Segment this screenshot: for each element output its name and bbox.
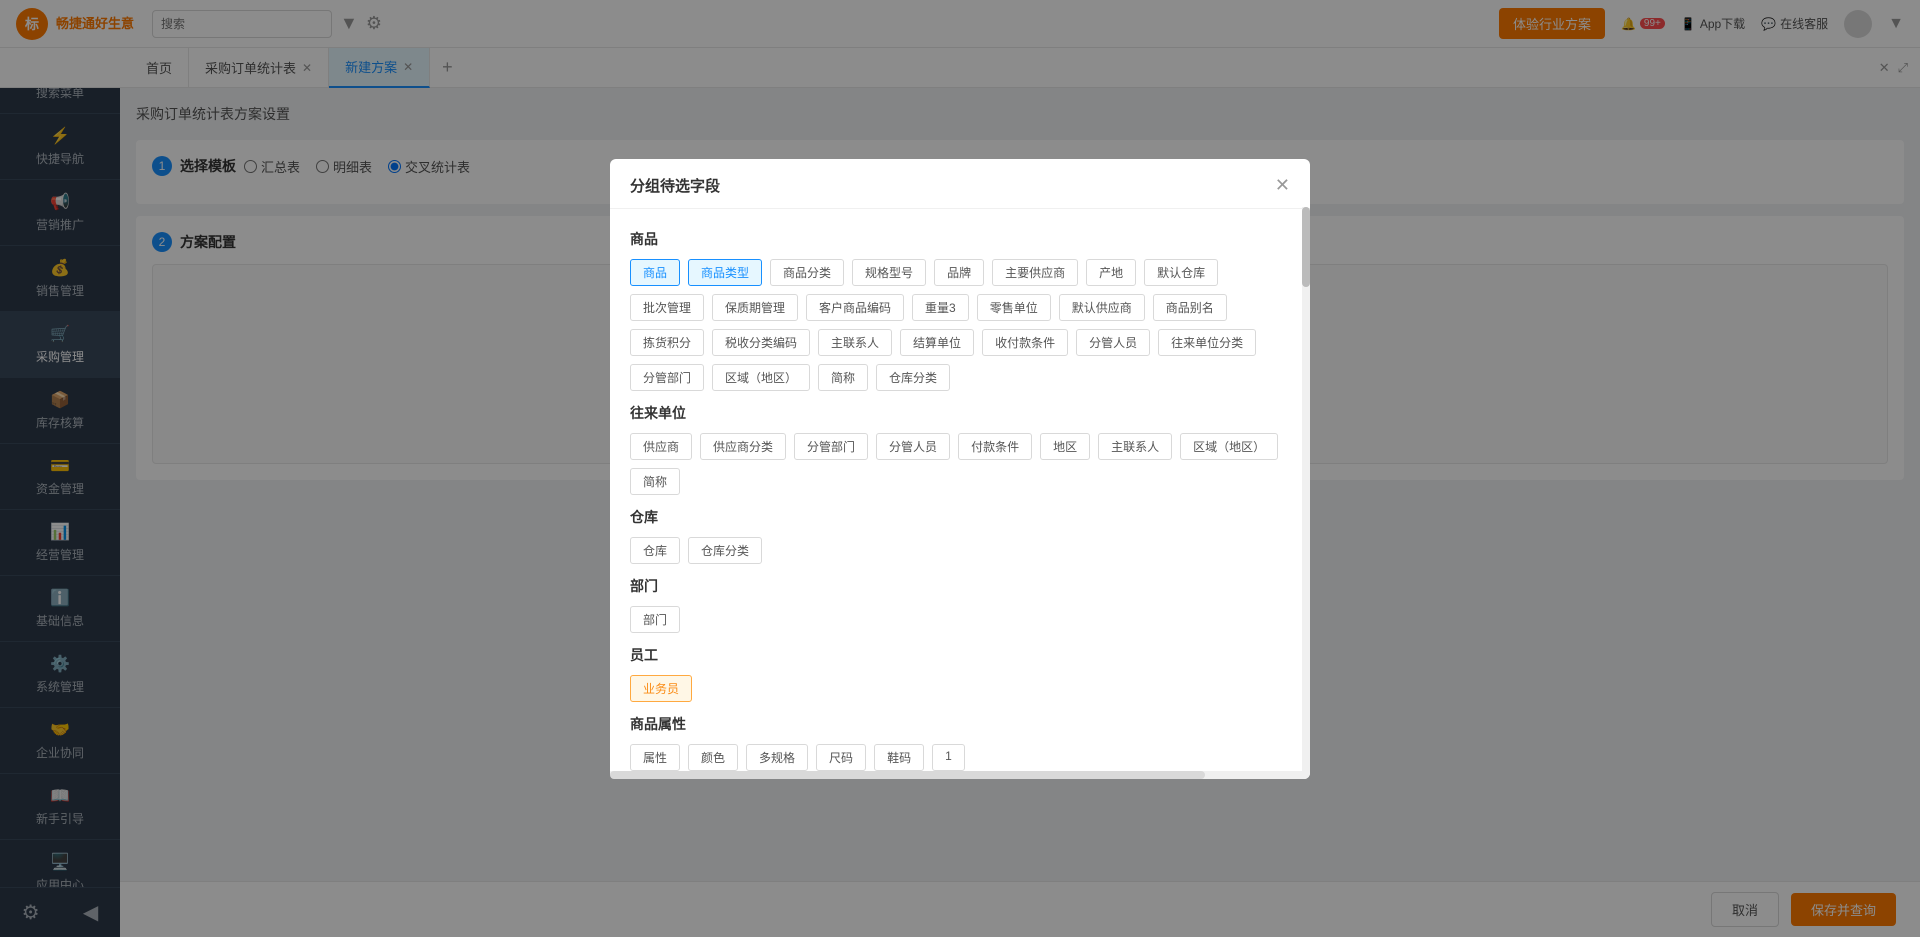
field-tag-商品分类[interactable]: 商品分类 bbox=[770, 259, 844, 286]
modal-header: 分组待选字段 ✕ bbox=[610, 159, 1310, 209]
field-tag-批次管理[interactable]: 批次管理 bbox=[630, 294, 704, 321]
modal-hscrollbar bbox=[610, 771, 1310, 778]
field-tag-税收分类编码[interactable]: 税收分类编码 bbox=[712, 329, 810, 356]
field-tag-往来单位分类[interactable]: 往来单位分类 bbox=[1158, 329, 1256, 356]
field-tag-分管部门[interactable]: 分管部门 bbox=[794, 433, 868, 460]
field-tag-收付款条件[interactable]: 收付款条件 bbox=[982, 329, 1068, 356]
modal-scrollbar-thumb bbox=[1302, 207, 1310, 287]
modal-scrollbar-track bbox=[1302, 207, 1310, 779]
field-tag-付款条件[interactable]: 付款条件 bbox=[958, 433, 1032, 460]
field-tag-业务员[interactable]: 业务员 bbox=[630, 675, 692, 702]
field-tag-多规格[interactable]: 多规格 bbox=[746, 744, 808, 771]
field-tag-保质期管理[interactable]: 保质期管理 bbox=[712, 294, 798, 321]
modal-title: 分组待选字段 bbox=[630, 175, 720, 196]
field-tag-分管部门[interactable]: 分管部门 bbox=[630, 364, 704, 391]
field-grid-employee: 业务员 bbox=[630, 675, 1290, 702]
field-tag-仓库分类[interactable]: 仓库分类 bbox=[688, 537, 762, 564]
section-title-product_attr: 商品属性 bbox=[630, 714, 1290, 734]
field-tag-零售单位[interactable]: 零售单位 bbox=[977, 294, 1051, 321]
field-tag-商品别名[interactable]: 商品别名 bbox=[1153, 294, 1227, 321]
field-tag-重量3[interactable]: 重量3 bbox=[912, 294, 969, 321]
field-grid-department: 部门 bbox=[630, 606, 1290, 633]
field-tag-客户商品编码[interactable]: 客户商品编码 bbox=[806, 294, 904, 321]
modal-hscrollbar-thumb bbox=[610, 771, 1205, 779]
modal-close-button[interactable]: ✕ bbox=[1275, 175, 1290, 196]
field-grid-product_attr: 属性颜色多规格尺码鞋码 1 bbox=[630, 744, 1290, 771]
section-title-partner: 往来单位 bbox=[630, 403, 1290, 423]
field-tag-主要供应商[interactable]: 主要供应商 bbox=[992, 259, 1078, 286]
field-tag-商品[interactable]: 商品 bbox=[630, 259, 680, 286]
field-tag-商品类型[interactable]: 商品类型 bbox=[688, 259, 762, 286]
field-tag-默认供应商[interactable]: 默认供应商 bbox=[1059, 294, 1145, 321]
section-title-warehouse: 仓库 bbox=[630, 507, 1290, 527]
field-tag-分管人员[interactable]: 分管人员 bbox=[1076, 329, 1150, 356]
field-tag-仓库[interactable]: 仓库 bbox=[630, 537, 680, 564]
field-tag-简称[interactable]: 简称 bbox=[818, 364, 868, 391]
field-tag-区域（地区）[interactable]: 区域（地区） bbox=[712, 364, 810, 391]
field-tag-分管人员[interactable]: 分管人员 bbox=[876, 433, 950, 460]
field-tag-颜色[interactable]: 颜色 bbox=[688, 744, 738, 771]
field-tag-品牌[interactable]: 品牌 bbox=[934, 259, 984, 286]
field-tag-部门[interactable]: 部门 bbox=[630, 606, 680, 633]
modal-dialog: 分组待选字段 ✕ 商品商品商品类型商品分类规格型号品牌主要供应商产地默认仓库批次… bbox=[610, 159, 1310, 779]
field-tag-供应商[interactable]: 供应商 bbox=[630, 433, 692, 460]
field-tag-尺码[interactable]: 尺码 bbox=[816, 744, 866, 771]
field-tag-规格型号[interactable]: 规格型号 bbox=[852, 259, 926, 286]
field-tag-拣货积分[interactable]: 拣货积分 bbox=[630, 329, 704, 356]
field-grid-warehouse: 仓库仓库分类 bbox=[630, 537, 1290, 564]
field-tag-产地[interactable]: 产地 bbox=[1086, 259, 1136, 286]
section-title-employee: 员工 bbox=[630, 645, 1290, 665]
field-tag-属性[interactable]: 属性 bbox=[630, 744, 680, 771]
field-tag-主联系人[interactable]: 主联系人 bbox=[1098, 433, 1172, 460]
field-grid-partner: 供应商供应商分类分管部门分管人员付款条件地区主联系人区域（地区） 简称 bbox=[630, 433, 1290, 495]
field-tag-默认仓库[interactable]: 默认仓库 bbox=[1144, 259, 1218, 286]
section-title-department: 部门 bbox=[630, 576, 1290, 596]
field-tag-结算单位[interactable]: 结算单位 bbox=[900, 329, 974, 356]
field-tag-仓库分类[interactable]: 仓库分类 bbox=[876, 364, 950, 391]
modal-body[interactable]: 商品商品商品类型商品分类规格型号品牌主要供应商产地默认仓库批次管理保质期管理客户… bbox=[610, 209, 1310, 772]
field-tag-主联系人[interactable]: 主联系人 bbox=[818, 329, 892, 356]
modal-overlay: 分组待选字段 ✕ 商品商品商品类型商品分类规格型号品牌主要供应商产地默认仓库批次… bbox=[0, 0, 1920, 937]
section-title-goods: 商品 bbox=[630, 229, 1290, 249]
field-tag-供应商分类[interactable]: 供应商分类 bbox=[700, 433, 786, 460]
field-tag-地区[interactable]: 地区 bbox=[1040, 433, 1090, 460]
field-tag-简称[interactable]: 简称 bbox=[630, 468, 680, 495]
field-grid-goods: 商品商品类型商品分类规格型号品牌主要供应商产地默认仓库批次管理保质期管理客户商品… bbox=[630, 259, 1290, 391]
field-tag-1[interactable]: 1 bbox=[932, 744, 965, 771]
field-tag-鞋码[interactable]: 鞋码 bbox=[874, 744, 924, 771]
field-tag-区域（地区）[interactable]: 区域（地区） bbox=[1180, 433, 1278, 460]
